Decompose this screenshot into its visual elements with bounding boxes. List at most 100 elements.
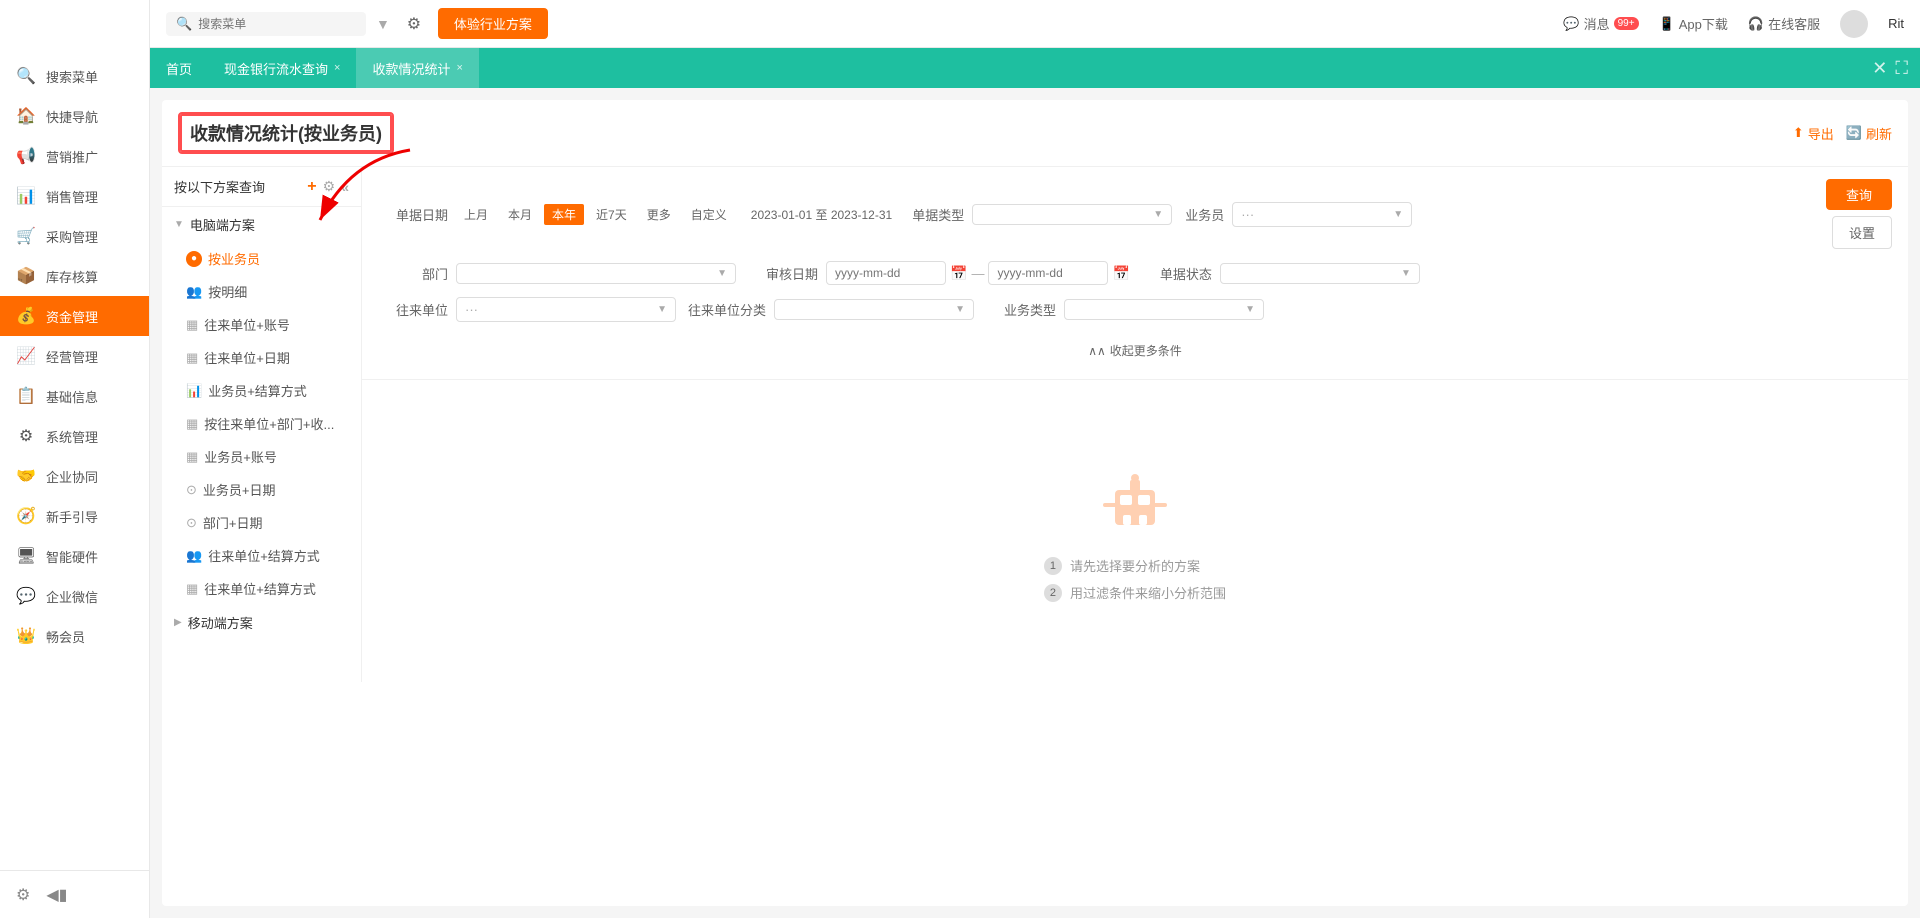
sidebar-item-inventory[interactable]: 📦 库存核算 <box>0 256 149 296</box>
collection-stats-tab-label: 收款情况统计 <box>372 59 450 78</box>
tab-home[interactable]: 首页 <box>150 48 208 88</box>
sidebar-item-cooperation[interactable]: 🤝 企业协同 <box>0 456 149 496</box>
empty-state-illustration <box>1095 460 1175 540</box>
tab-collection-stats[interactable]: 收款情况统计 × <box>356 48 478 88</box>
export-button[interactable]: ⬆ 导出 <box>1793 124 1834 143</box>
scheme-item-dept-date[interactable]: ⊙ 部门+日期 <box>162 506 361 539</box>
close-bank-flow-tab[interactable]: × <box>334 62 340 74</box>
counterpart-select[interactable]: ··· ▼ <box>456 297 676 322</box>
review-date-to[interactable] <box>988 261 1108 285</box>
add-scheme-icon[interactable]: + <box>307 178 316 196</box>
search-menu-icon: 🔍 <box>16 66 36 86</box>
scheme-item-salesman-account[interactable]: ▦ 业务员+账号 <box>162 440 361 473</box>
home-tab-label: 首页 <box>166 59 192 78</box>
salesman-arrow: ▼ <box>1393 209 1403 220</box>
app-download-item[interactable]: 📱 App下载 <box>1659 14 1728 33</box>
scheme-item-detail[interactable]: 👥 按明细 <box>162 275 361 308</box>
collapse-scheme-icon[interactable]: « <box>341 179 349 195</box>
date-range-text: 2023-01-01 至 2023-12-31 <box>751 206 892 223</box>
tip-text-1: 请先选择要分析的方案 <box>1070 556 1200 575</box>
empty-tip-2: 2 用过滤条件来缩小分析范围 <box>1044 583 1226 602</box>
doc-type-select[interactable]: ▼ <box>972 204 1172 225</box>
sidebar-item-base[interactable]: 📋 基础信息 <box>0 376 149 416</box>
doc-status-arrow: ▼ <box>1401 268 1411 279</box>
sidebar-item-marketing[interactable]: 📢 营销推广 <box>0 136 149 176</box>
date-tab-more[interactable]: 更多 <box>639 204 679 225</box>
desktop-group-title[interactable]: ▼ 电脑端方案 <box>162 207 361 242</box>
gear-scheme-icon[interactable]: ⚙ <box>323 178 336 195</box>
close-all-tabs-icon[interactable]: ✕ <box>1872 58 1887 79</box>
review-date-from[interactable] <box>826 261 946 285</box>
scheme-item-counterpart-account[interactable]: ▦ 往来单位+账号 <box>162 308 361 341</box>
settings-icon[interactable]: ⚙ <box>400 10 428 38</box>
bank-flow-tab-label: 现金银行流水查询 <box>224 59 328 78</box>
sales-icon: 📊 <box>16 186 36 206</box>
desktop-group-label: 电脑端方案 <box>190 215 255 234</box>
tip-text-2: 用过滤条件来缩小分析范围 <box>1070 583 1226 602</box>
mobile-group-label: 移动端方案 <box>188 613 253 632</box>
mobile-group-arrow: ▶ <box>174 617 182 628</box>
sidebar-item-funds[interactable]: 💰 资金管理 <box>0 296 149 336</box>
date-tab-7days[interactable]: 近7天 <box>588 204 635 225</box>
online-service-item[interactable]: 🎧 在线客服 <box>1748 14 1820 33</box>
sidebar-item-quicknav[interactable]: 🏠 快捷导航 <box>0 96 149 136</box>
dept-arrow: ▼ <box>717 268 727 279</box>
counterpart-category-select[interactable]: ▼ <box>774 299 974 320</box>
sidebar-item-hardware[interactable]: 🖥 智能硬件 <box>0 536 149 576</box>
scheme-item-counterpart-date[interactable]: ▦ 往来单位+日期 <box>162 341 361 374</box>
date-filter-label: 单据日期 <box>378 205 448 224</box>
calendar-from-icon[interactable]: 📅 <box>950 265 967 282</box>
user-name[interactable]: Rit <box>1888 16 1904 31</box>
sidebar-item-sales[interactable]: 📊 销售管理 <box>0 176 149 216</box>
sidebar-item-search[interactable]: 🔍 搜索菜单 <box>0 56 149 96</box>
biz-type-select[interactable]: ▼ <box>1064 299 1264 320</box>
query-button[interactable]: 查询 <box>1826 179 1892 210</box>
dept-select[interactable]: ▼ <box>456 263 736 284</box>
salesman-select[interactable]: ··· ▼ <box>1232 202 1412 227</box>
sidebar-item-wechat[interactable]: 💬 企业微信 <box>0 576 149 616</box>
maximize-icon[interactable]: ⛶ <box>1895 58 1908 79</box>
tab-bar: 首页 现金银行流水查询 × 收款情况统计 × ✕ ⛶ <box>150 48 1920 88</box>
member-icon: 👑 <box>16 626 36 646</box>
date-tab-custom[interactable]: 自定义 <box>683 204 735 225</box>
scheme-item-salesman-settle[interactable]: 📊 业务员+结算方式 <box>162 374 361 407</box>
notification-item[interactable]: 💬 消息 99+ <box>1563 14 1638 33</box>
trial-button[interactable]: 体验行业方案 <box>438 8 548 39</box>
close-collection-stats-tab[interactable]: × <box>456 62 462 74</box>
scheme-item-counterpart-settle-1[interactable]: 👥 往来单位+结算方式 <box>162 539 361 572</box>
biz-type-arrow: ▼ <box>1245 304 1255 315</box>
sidebar-item-purchase[interactable]: 🛒 采购管理 <box>0 216 149 256</box>
sidebar-item-guide[interactable]: 🧭 新手引导 <box>0 496 149 536</box>
sidebar-item-hardware-label: 智能硬件 <box>46 547 98 566</box>
mobile-group-title[interactable]: ▶ 移动端方案 <box>162 605 361 640</box>
table-icon-3: ▦ <box>186 416 198 432</box>
tab-bank-flow[interactable]: 现金银行流水查询 × <box>208 48 356 88</box>
scheme-item-counterpart-dept[interactable]: ▦ 按往来单位+部门+收... <box>162 407 361 440</box>
sidebar-item-member[interactable]: 👑 畅会员 <box>0 616 149 656</box>
scheme-item-salesman[interactable]: ● 按业务员 <box>162 242 361 275</box>
search-icon: 🔍 <box>176 16 192 32</box>
sidebar-item-operations[interactable]: 📈 经营管理 <box>0 336 149 376</box>
online-service-label: 在线客服 <box>1768 14 1820 33</box>
refresh-button[interactable]: 🔄 刷新 <box>1846 124 1892 143</box>
sidebar-menu: 🔍 搜索菜单 🏠 快捷导航 📢 营销推广 📊 销售管理 🛒 采购管理 📦 库存核… <box>0 48 149 870</box>
settings-footer-icon[interactable]: ⚙ <box>16 885 30 905</box>
search-input[interactable] <box>198 17 338 31</box>
sidebar-item-system[interactable]: ⚙ 系统管理 <box>0 416 149 456</box>
header-right: 💬 消息 99+ 📱 App下载 🎧 在线客服 Rit <box>1563 10 1904 38</box>
settings-button[interactable]: 设置 <box>1832 216 1892 249</box>
scheme-item-salesman-date[interactable]: ⊙ 业务员+日期 <box>162 473 361 506</box>
calendar-to-icon[interactable]: 📅 <box>1112 265 1129 282</box>
doc-status-select[interactable]: ▼ <box>1220 263 1420 284</box>
wechat-icon: 💬 <box>16 586 36 606</box>
collapse-sidebar-icon[interactable]: ◀▮ <box>46 885 67 905</box>
scheme-item-counterpart-settle-2[interactable]: ▦ 往来单位+结算方式 <box>162 572 361 605</box>
dropdown-arrow[interactable]: ▼ <box>376 16 390 32</box>
scheme-item-detail-label: 按明细 <box>208 282 247 301</box>
user-avatar[interactable] <box>1840 10 1868 38</box>
date-tab-this-year[interactable]: 本年 <box>544 204 584 225</box>
date-tab-last-month[interactable]: 上月 <box>456 204 496 225</box>
collapse-filters-button[interactable]: ∧∧ 收起更多条件 <box>1080 334 1190 367</box>
date-tab-this-month[interactable]: 本月 <box>500 204 540 225</box>
table-icon-1: ▦ <box>186 317 198 333</box>
